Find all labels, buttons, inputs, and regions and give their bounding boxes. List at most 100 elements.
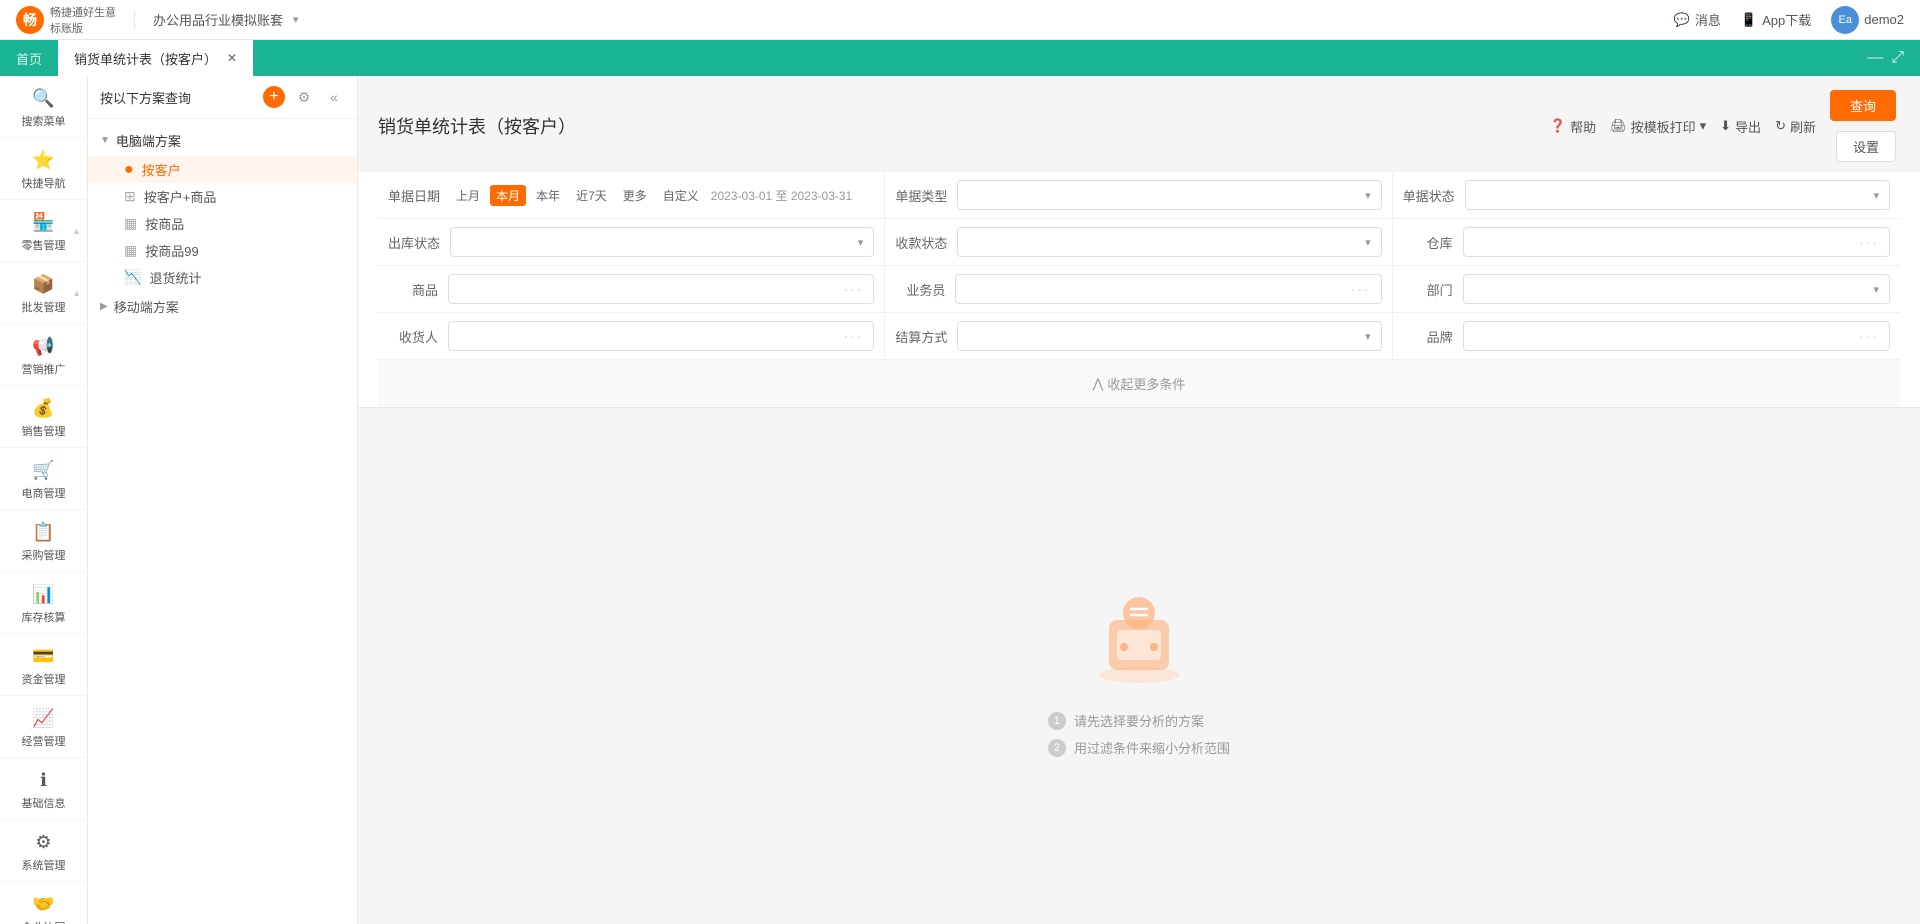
product-dots-icon: ··· (843, 281, 863, 297)
date-tab-custom[interactable]: 自定义 (657, 185, 705, 206)
sidebar-item-search-menu[interactable]: 🔍 搜索菜单 (0, 76, 87, 138)
help-link[interactable]: ❓ 帮助 (1550, 117, 1596, 136)
print-link[interactable]: 🖨 按模板打印 ▾ (1610, 117, 1706, 136)
doc-status-arrow-icon: ▾ (1873, 189, 1879, 202)
sidebar-item-sales-mgmt[interactable]: 💰 销售管理 (0, 386, 87, 448)
sidebar-item-retail[interactable]: 🏪 零售管理 ▲ (0, 200, 87, 262)
empty-svg (1079, 575, 1199, 695)
return-stat-icon: 📉 (124, 269, 141, 286)
empty-illustration (1079, 575, 1199, 695)
query-btn-area: 查询 设置 (1830, 90, 1900, 162)
dropdown-arrow-icon[interactable]: ▾ (293, 13, 299, 26)
filter-brand-cell: 品牌 ··· (1393, 313, 1900, 359)
date-tab-more[interactable]: 更多 (617, 185, 653, 206)
sidebar-item-marketing[interactable]: 📢 营销推广 (0, 324, 87, 386)
tree-child-return-stat[interactable]: 📉 退货统计 (88, 264, 357, 291)
tree-group-desktop-label: 电脑端方案 (116, 131, 181, 150)
doc-type-select[interactable]: ▾ (957, 180, 1381, 210)
collapse-panel-button[interactable]: « (323, 86, 345, 108)
brand-label: 品牌 (1403, 327, 1463, 346)
left-panel-actions: + ⚙ « (263, 86, 345, 108)
date-tab-this-month[interactable]: 本月 (490, 185, 526, 206)
product-input[interactable]: ··· (448, 274, 874, 304)
salesman-label: 业务员 (895, 280, 955, 299)
message-action[interactable]: 💬 消息 (1674, 10, 1721, 29)
page-title: 销货单统计表（按客户） (378, 113, 576, 139)
tree-group-mobile[interactable]: ▶ 移动端方案 (88, 291, 357, 322)
tree-section: ▼ 电脑端方案 ● 按客户 ⊞ 按客户+商品 ▦ 按商品 (88, 119, 357, 328)
filter-warehouse-cell: 仓库 ··· (1393, 219, 1900, 265)
settings-button[interactable]: 设置 (1836, 131, 1896, 162)
receiver-dots-icon: ··· (843, 328, 863, 344)
date-tab-last-7[interactable]: 近7天 (570, 185, 613, 206)
query-button[interactable]: 查询 (1830, 90, 1896, 121)
doc-status-select[interactable]: ▾ (1465, 180, 1890, 210)
refresh-link[interactable]: ↻ 刷新 (1775, 117, 1816, 136)
date-tab-last-month[interactable]: 上月 (450, 185, 486, 206)
sidebar-item-wholesale[interactable]: 📦 批发管理 ▲ (0, 262, 87, 324)
department-select[interactable]: ▾ (1463, 274, 1890, 304)
sidebar-item-ecommerce[interactable]: 🛒 电商管理 (0, 448, 87, 510)
tree-expand-icon: ▼ (100, 135, 110, 146)
sidebar-item-quick-nav[interactable]: ⭐ 快捷导航 (0, 138, 87, 200)
tree-child-by-customer[interactable]: ● 按客户 (88, 156, 357, 183)
receipt-status-arrow-icon: ▾ (1365, 236, 1371, 249)
export-link[interactable]: ⬇ 导出 (1720, 117, 1761, 136)
customer-icon: ● (124, 161, 134, 179)
warehouse-input[interactable]: ··· (1463, 227, 1890, 257)
header-right: 💬 消息 📱 App下载 Ea demo2 (1674, 6, 1904, 34)
logo-icon: 畅 (16, 6, 44, 34)
header-title: 办公用品行业模拟账套 (153, 10, 283, 29)
salesman-input[interactable]: ··· (955, 274, 1381, 304)
hint-num-2: 2 (1048, 739, 1066, 757)
sidebar-item-purchase[interactable]: 📋 采购管理 (0, 510, 87, 572)
tree-child-by-product[interactable]: ▦ 按商品 (88, 210, 357, 237)
tab-minimize-button[interactable]: — (1867, 49, 1883, 67)
tab-expand-button[interactable]: ⤢ (1891, 49, 1904, 67)
right-content: 销货单统计表（按客户） ❓ 帮助 🖨 按模板打印 ▾ ⬇ 导出 ↻ 刷新 (358, 76, 1920, 924)
add-scheme-button[interactable]: + (263, 86, 285, 108)
sidebar-item-basic-info[interactable]: ℹ 基础信息 (0, 758, 87, 820)
tab-bar-actions: — ⤢ (1867, 49, 1920, 67)
sidebar-item-system[interactable]: ⚙ 系统管理 (0, 820, 87, 882)
empty-hint-1: 1 请先选择要分析的方案 (1048, 711, 1230, 730)
brand-input[interactable]: ··· (1463, 321, 1890, 351)
customer-product-icon: ⊞ (124, 188, 136, 205)
product-icon: ▦ (124, 215, 137, 232)
tab-sales-stat[interactable]: 销货单统计表（按客户） ✕ (58, 40, 253, 76)
left-panel: 按以下方案查询 + ⚙ « ▼ 电脑端方案 ● 按客户 ⊞ (88, 76, 358, 924)
page-header: 销货单统计表（按客户） ❓ 帮助 🖨 按模板打印 ▾ ⬇ 导出 ↻ 刷新 (358, 76, 1920, 172)
collapse-button[interactable]: ⋀ 收起更多条件 (1085, 366, 1194, 401)
tree-group-desktop-header[interactable]: ▼ 电脑端方案 (88, 125, 357, 156)
tree-child-by-product-99[interactable]: ▦ 按商品99 (88, 237, 357, 264)
settlement-select[interactable]: ▾ (957, 321, 1381, 351)
settings-scheme-button[interactable]: ⚙ (293, 86, 315, 108)
receipt-status-select[interactable]: ▾ (957, 227, 1381, 257)
tab-close-icon[interactable]: ✕ (227, 51, 237, 65)
out-status-select[interactable]: ▾ (450, 227, 874, 257)
sidebar-item-enterprise[interactable]: 🤝 企业协同 (0, 882, 87, 924)
filter-doc-type-cell: 单据类型 ▾ (885, 172, 1392, 218)
tree-child-by-customer-product[interactable]: ⊞ 按客户+商品 (88, 183, 357, 210)
app-download-action[interactable]: 📱 App下载 (1741, 10, 1811, 29)
sidebar-item-finance[interactable]: 💳 资金管理 (0, 634, 87, 696)
tab-home[interactable]: 首页 (0, 40, 58, 76)
user-action[interactable]: Ea demo2 (1831, 6, 1904, 34)
filter-out-status-cell: 出库状态 ▾ (378, 219, 885, 265)
sidebar-item-inventory[interactable]: 📊 库存核算 (0, 572, 87, 634)
filter-doc-status-cell: 单据状态 ▾ (1393, 172, 1900, 218)
filter-area: 单据日期 上月 本月 本年 近7天 更多 自定义 2023-03-01 至 20… (358, 172, 1920, 408)
date-tab-this-year[interactable]: 本年 (530, 185, 566, 206)
system-icon: ⚙ (35, 832, 51, 853)
refresh-icon: ↻ (1775, 118, 1786, 134)
purchase-icon: 📋 (32, 522, 54, 543)
receipt-status-label: 收款状态 (895, 233, 957, 252)
receiver-input[interactable]: ··· (448, 321, 874, 351)
product-label: 商品 (388, 280, 448, 299)
sales-mgmt-icon: 💰 (32, 398, 54, 419)
retail-arrow-icon: ▲ (72, 226, 81, 236)
finance-icon: 💳 (32, 646, 54, 667)
sidebar-item-operations[interactable]: 📈 经营管理 (0, 696, 87, 758)
warehouse-label: 仓库 (1403, 233, 1463, 252)
date-tabs: 上月 本月 本年 近7天 更多 自定义 (450, 185, 705, 206)
